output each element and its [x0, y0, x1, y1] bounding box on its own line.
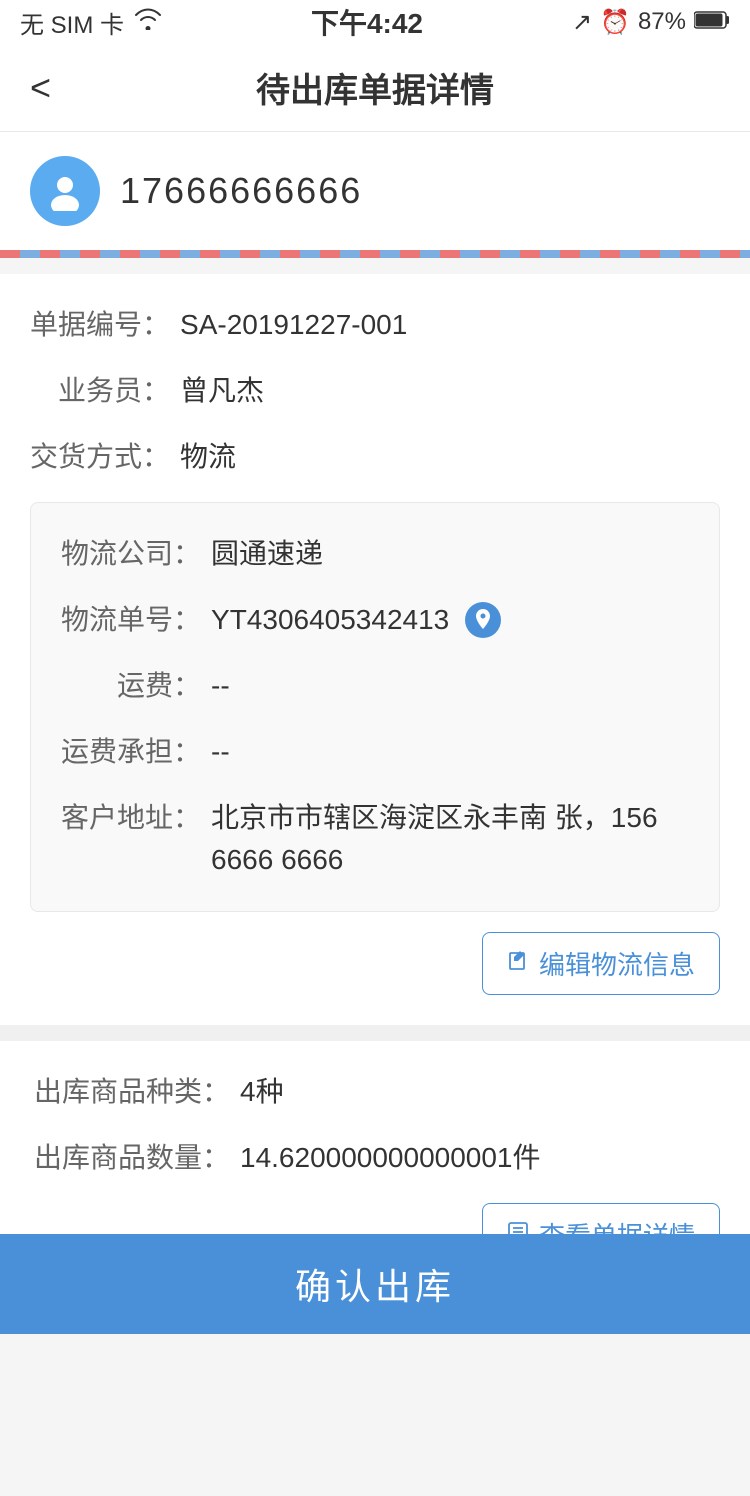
logistics-company-value: 圆通速递: [211, 533, 689, 575]
goods-quantity-label: 出库商品数量：: [30, 1137, 230, 1179]
goods-type-row: 出库商品种类： 4种: [30, 1071, 720, 1113]
logistics-company-row: 物流公司： 圆通速递: [61, 533, 689, 575]
goods-quantity-value: 14.620000000000001件: [240, 1137, 720, 1179]
avatar: [30, 156, 100, 226]
tracking-label: 物流单号：: [61, 599, 201, 641]
freight-bear-row: 运费承担： --: [61, 731, 689, 773]
map-pin-icon[interactable]: [465, 602, 501, 638]
wifi-icon: [134, 8, 162, 37]
goods-quantity-row: 出库商品数量： 14.620000000000001件: [30, 1137, 720, 1179]
staff-value: 曾凡杰: [180, 370, 720, 412]
nav-bar: < 待出库单据详情: [0, 44, 750, 132]
customer-phone: 17666666666: [120, 170, 362, 212]
order-id-value: SA-20191227-001: [180, 304, 720, 346]
staff-row: 业务员： 曾凡杰: [30, 370, 720, 412]
staff-label: 业务员：: [30, 370, 170, 412]
freight-label: 运费：: [61, 665, 201, 707]
alarm-icon: ⏰: [600, 8, 630, 37]
address-row: 客户地址： 北京市市辖区海淀区永丰南 张，156 6666 6666: [61, 797, 689, 881]
status-bar: 无 SIM 卡 下午4:42 ↗ ⏰ 87%: [0, 0, 750, 44]
back-button[interactable]: <: [30, 67, 90, 109]
order-id-label: 单据编号：: [30, 304, 170, 346]
edit-btn-row: 编辑物流信息: [30, 932, 720, 995]
page-title: 待出库单据详情: [256, 63, 494, 112]
location-arrow-icon: ↗: [572, 8, 592, 37]
delivery-value: 物流: [180, 436, 720, 478]
delivery-label: 交货方式：: [30, 436, 170, 478]
address-value: 北京市市辖区海淀区永丰南 张，156 6666 6666: [211, 797, 689, 881]
order-info-section: 单据编号： SA-20191227-001 业务员： 曾凡杰 交货方式： 物流 …: [0, 274, 750, 1025]
status-right: ↗ ⏰ 87%: [572, 8, 730, 37]
freight-value: --: [211, 665, 689, 707]
edit-logistics-label: 编辑物流信息: [539, 945, 695, 982]
edit-icon: [507, 948, 529, 979]
delivery-row: 交货方式： 物流: [30, 436, 720, 478]
freight-bear-label: 运费承担：: [61, 731, 201, 773]
order-id-row: 单据编号： SA-20191227-001: [30, 304, 720, 346]
confirm-button[interactable]: 确认出库: [0, 1234, 750, 1334]
status-left: 无 SIM 卡: [20, 5, 162, 40]
battery-text: 87%: [638, 8, 686, 36]
goods-type-label: 出库商品种类：: [30, 1071, 230, 1113]
customer-header: 17666666666: [0, 132, 750, 250]
tracking-value: YT43064053424​13: [211, 599, 689, 641]
freight-bear-value: --: [211, 731, 689, 773]
confirm-button-label: 确认出库: [295, 1258, 455, 1310]
dashed-divider: [0, 250, 750, 258]
logistics-section: 物流公司： 圆通速递 物流单号： YT43064053424​13 运费： --…: [30, 502, 720, 912]
tracking-row: 物流单号： YT43064053424​13: [61, 599, 689, 641]
status-time: 下午4:42: [311, 2, 423, 42]
goods-type-value: 4种: [240, 1071, 720, 1113]
carrier-text: 无 SIM 卡: [20, 5, 124, 40]
battery-icon: [694, 8, 730, 36]
edit-logistics-button[interactable]: 编辑物流信息: [482, 932, 720, 995]
gray-separator: [0, 1025, 750, 1041]
freight-row: 运费： --: [61, 665, 689, 707]
logistics-company-label: 物流公司：: [61, 533, 201, 575]
address-label: 客户地址：: [61, 797, 201, 839]
